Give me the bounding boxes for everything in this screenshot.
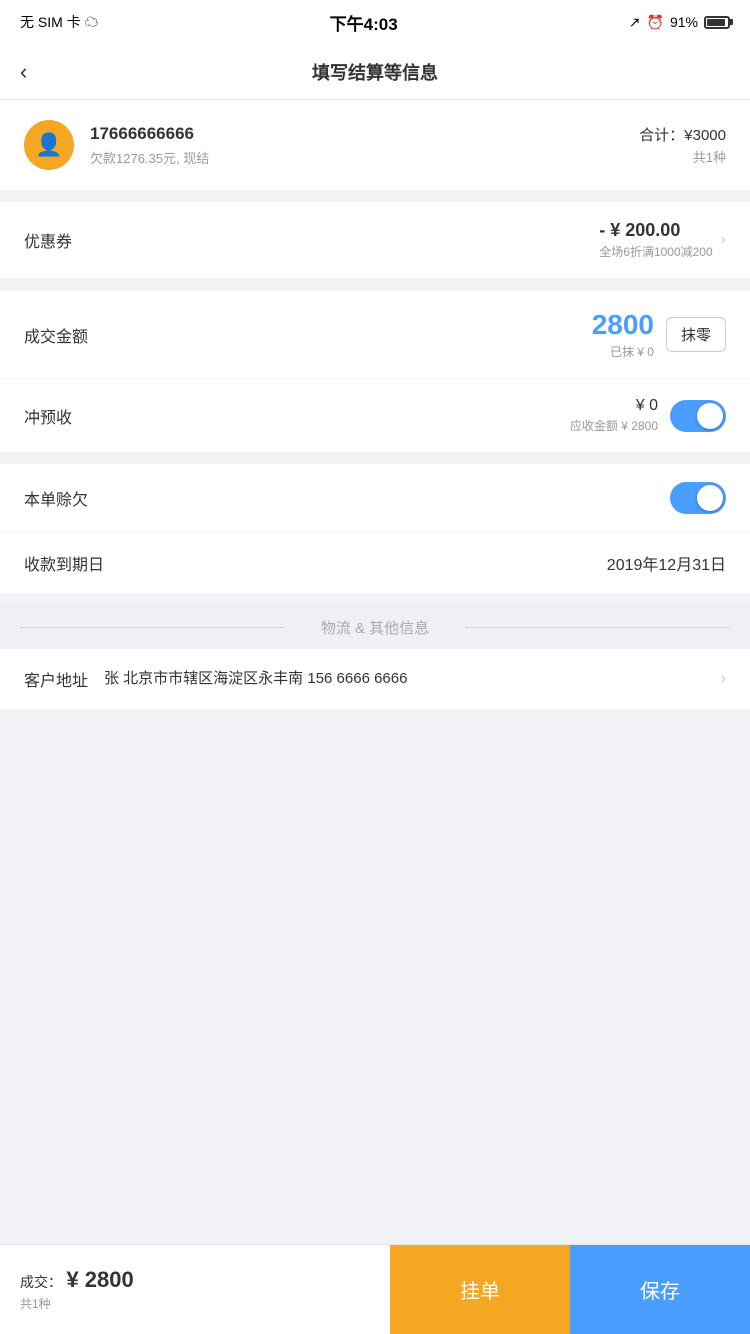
status-right: ↗ ⏰ 91%: [629, 14, 730, 31]
customer-left: 👤 17666666666 欠款1276.35元, 现结: [24, 120, 209, 170]
debt-toggle[interactable]: [670, 482, 726, 514]
status-left: 无 SIM 卡 ☁: [20, 12, 99, 32]
total-count: 共1种: [639, 147, 726, 166]
pre-receive-right: ¥ 0 应收金额 ¥ 2800: [570, 397, 726, 434]
coupon-right: - ¥ 200.00 全场6折满1000减200 ›: [599, 220, 726, 260]
pre-receive-toggle[interactable]: [670, 400, 726, 432]
toggle-knob: [697, 403, 723, 429]
divider-line-right: [465, 627, 730, 628]
address-row[interactable]: 客户地址 张 北京市市辖区海淀区永丰南 156 6666 6666 ›: [0, 649, 750, 709]
status-time: 下午4:03: [330, 10, 398, 35]
customer-card: 👤 17666666666 欠款1276.35元, 现结 合计：¥3000 共1…: [0, 100, 750, 190]
customer-info: 17666666666 欠款1276.35元, 现结: [90, 124, 209, 167]
debt-section: 本单赊欠 收款到期日 2019年12月31日: [0, 464, 750, 593]
divider-line-left: [20, 627, 285, 628]
pre-amount: ¥ 0: [570, 397, 658, 415]
main-content: 👤 17666666666 欠款1276.35元, 现结 合计：¥3000 共1…: [0, 100, 750, 979]
bottom-summary-amount: ¥ 2800: [66, 1267, 133, 1292]
page-title: 填写结算等信息: [312, 59, 438, 85]
debt-toggle-knob: [697, 485, 723, 511]
coupon-chevron-icon: ›: [721, 231, 726, 249]
avatar: 👤: [24, 120, 74, 170]
battery-icon: [704, 16, 730, 29]
transaction-amount: 2800: [592, 309, 654, 341]
avatar-icon: 👤: [35, 132, 62, 158]
battery-percent: 91%: [670, 14, 698, 30]
coupon-info: - ¥ 200.00 全场6折满1000减200: [599, 220, 712, 260]
round-button[interactable]: 抹零: [666, 317, 726, 352]
hang-button[interactable]: 挂单: [390, 1245, 570, 1334]
transaction-amount-col: 2800 已抹 ¥ 0: [592, 309, 654, 360]
back-button[interactable]: ‹: [12, 51, 35, 93]
debt-label: 本单赊欠: [24, 486, 88, 510]
status-bar: 无 SIM 卡 ☁ 下午4:03 ↗ ⏰ 91%: [0, 0, 750, 44]
due-date-label: 收款到期日: [24, 551, 104, 575]
pre-receive-row: 冲预收 ¥ 0 应收金额 ¥ 2800: [0, 379, 750, 452]
transaction-right: 2800 已抹 ¥ 0 抹零: [592, 309, 726, 360]
address-chevron-icon: ›: [721, 670, 726, 688]
bottom-summary-count: 共1种: [20, 1295, 370, 1312]
due-date-row: 收款到期日 2019年12月31日: [0, 533, 750, 593]
customer-phone: 17666666666: [90, 124, 209, 144]
transaction-section: 成交金额 2800 已抹 ¥ 0 抹零 冲预收 ¥ 0 应收金额 ¥ 2800: [0, 291, 750, 452]
bottom-summary: 成交： ¥ 2800 共1种: [0, 1245, 390, 1334]
transaction-row: 成交金额 2800 已抹 ¥ 0 抹零: [0, 291, 750, 379]
bottom-bar: 成交： ¥ 2800 共1种 挂单 保存: [0, 1244, 750, 1334]
coupon-desc: 全场6折满1000减200: [599, 243, 712, 260]
customer-right: 合计：¥3000 共1种: [639, 124, 726, 166]
customer-sub: 欠款1276.35元, 现结: [90, 148, 209, 167]
coupon-row[interactable]: 优惠券 - ¥ 200.00 全场6折满1000减200 ›: [0, 202, 750, 279]
alarm-icon: ⏰: [647, 14, 664, 31]
coupon-label: 优惠券: [24, 228, 72, 252]
location-icon: ↗: [629, 14, 641, 31]
due-date-value: 2019年12月31日: [607, 551, 726, 575]
coupon-amount: - ¥ 200.00: [599, 220, 712, 241]
section-divider: 物流 & 其他信息: [0, 605, 750, 649]
address-value: 张 北京市市辖区海淀区永丰南 156 6666 6666: [104, 668, 713, 691]
debt-row: 本单赊欠: [0, 464, 750, 533]
already-zero: 已抹 ¥ 0: [592, 343, 654, 360]
bottom-summary-label: 成交：: [20, 1274, 62, 1290]
bottom-summary-row: 成交： ¥ 2800: [20, 1267, 370, 1293]
sim-text: 无 SIM 卡 ☁: [20, 12, 99, 32]
pre-amount-col: ¥ 0 应收金额 ¥ 2800: [570, 397, 658, 434]
battery-fill: [707, 19, 725, 26]
total-label: 合计：¥3000: [639, 124, 726, 145]
pre-receive-label: 冲预收: [24, 404, 72, 428]
pre-sub: 应收金额 ¥ 2800: [570, 417, 658, 434]
address-label: 客户地址: [24, 667, 88, 691]
nav-bar: ‹ 填写结算等信息: [0, 44, 750, 100]
gray-spacer: [0, 709, 750, 889]
save-button[interactable]: 保存: [570, 1245, 750, 1334]
divider-text: 物流 & 其他信息: [321, 617, 429, 638]
transaction-label: 成交金额: [24, 323, 88, 347]
